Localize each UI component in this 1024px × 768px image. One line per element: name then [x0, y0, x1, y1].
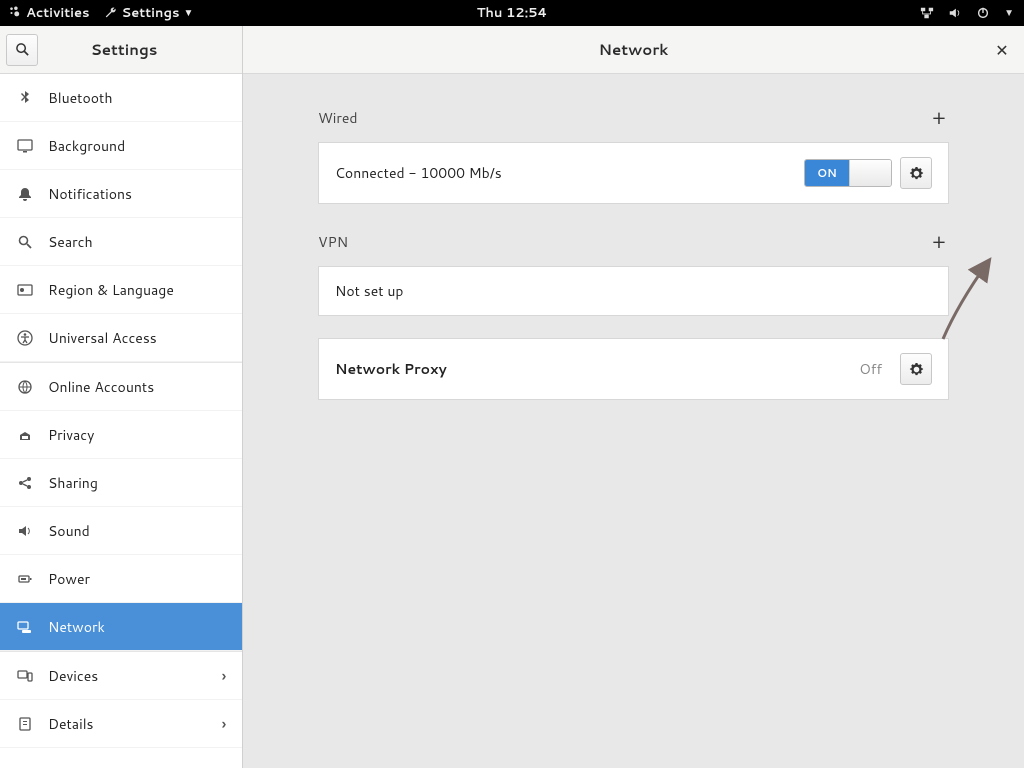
vpn-status-text: Not set up	[335, 281, 932, 301]
sidebar-title: Settings	[44, 39, 242, 60]
network-status-icon[interactable]	[920, 6, 934, 20]
add-wired-button[interactable]: +	[929, 104, 949, 132]
search-icon	[16, 233, 34, 251]
main-header: Network ✕	[243, 26, 1024, 74]
sidebar-item-label: Privacy	[48, 425, 94, 445]
bluetooth-icon	[16, 89, 34, 107]
sidebar-list: Bluetooth Background Notifications Searc…	[0, 74, 242, 768]
main-body: Wired + Connected - 10000 Mb/s ON VPN +	[243, 74, 1024, 768]
sidebar-item-sharing[interactable]: Sharing	[0, 459, 242, 507]
privacy-icon	[16, 426, 34, 444]
sidebar-item-label: Details	[48, 714, 94, 734]
sidebar-item-power[interactable]: Power	[0, 555, 242, 603]
chevron-right-icon: ›	[222, 666, 226, 686]
gnome-logo-icon	[8, 6, 22, 20]
sidebar-item-online-accounts[interactable]: Online Accounts	[0, 363, 242, 411]
sidebar-item-label: Notifications	[48, 184, 132, 204]
add-vpn-button[interactable]: +	[929, 228, 949, 256]
sidebar-item-label: Region & Language	[48, 280, 174, 300]
wrench-icon	[104, 6, 118, 20]
sidebar-item-label: Bluetooth	[48, 88, 112, 108]
sidebar-item-region-language[interactable]: Region & Language	[0, 266, 242, 314]
accessibility-icon	[16, 329, 34, 347]
toggle-on-label: ON	[805, 160, 849, 186]
sidebar-item-label: Search	[48, 232, 93, 252]
app-menu-button[interactable]: Settings ▼	[104, 4, 194, 22]
online-accounts-icon	[16, 378, 34, 396]
vpn-heading: VPN	[318, 232, 348, 252]
sidebar-item-label: Sound	[48, 521, 90, 541]
wired-section-header: Wired +	[318, 104, 949, 132]
chevron-down-icon[interactable]: ▼	[1004, 6, 1014, 20]
toggle-knob	[849, 160, 891, 186]
main-panel: Network ✕ Wired + Connected - 10000 Mb/s…	[243, 26, 1024, 768]
sharing-icon	[16, 474, 34, 492]
gnome-top-bar: Activities Settings ▼ Thu 12:54 ▼	[0, 0, 1024, 26]
power-icon[interactable]	[976, 6, 990, 20]
activities-button[interactable]: Activities	[8, 4, 90, 22]
region-icon	[16, 281, 34, 299]
close-button[interactable]: ✕	[990, 38, 1014, 62]
sidebar-item-network[interactable]: Network	[0, 603, 242, 651]
sidebar-item-privacy[interactable]: Privacy	[0, 411, 242, 459]
sidebar-item-devices[interactable]: Devices ›	[0, 652, 242, 700]
page-title: Network	[243, 39, 1024, 60]
wired-settings-button[interactable]	[900, 157, 932, 189]
vpn-row[interactable]: Not set up	[319, 267, 948, 315]
sound-icon	[16, 522, 34, 540]
bell-icon	[16, 185, 34, 203]
vpn-panel: Not set up	[318, 266, 949, 316]
proxy-row[interactable]: Network Proxy Off	[319, 339, 948, 399]
chevron-down-icon: ▼	[183, 6, 193, 20]
sidebar-item-background[interactable]: Background	[0, 122, 242, 170]
wired-heading: Wired	[318, 108, 358, 128]
proxy-panel: Network Proxy Off	[318, 338, 949, 400]
sidebar-item-label: Devices	[48, 666, 98, 686]
search-icon	[15, 42, 30, 57]
volume-icon[interactable]	[948, 6, 962, 20]
wired-status-text: Connected - 10000 Mb/s	[335, 163, 804, 183]
gear-icon	[909, 362, 924, 377]
sidebar-item-sound[interactable]: Sound	[0, 507, 242, 555]
proxy-label: Network Proxy	[335, 359, 859, 379]
sidebar-item-label: Online Accounts	[48, 377, 154, 397]
details-icon	[16, 715, 34, 733]
sidebar-item-notifications[interactable]: Notifications	[0, 170, 242, 218]
sidebar-item-label: Universal Access	[48, 328, 157, 348]
search-button[interactable]	[6, 34, 38, 66]
background-icon	[16, 137, 34, 155]
proxy-settings-button[interactable]	[900, 353, 932, 385]
sidebar-item-details[interactable]: Details ›	[0, 700, 242, 748]
sidebar-item-label: Network	[48, 617, 105, 637]
network-icon	[16, 618, 34, 636]
wired-panel: Connected - 10000 Mb/s ON	[318, 142, 949, 204]
devices-icon	[16, 667, 34, 685]
gear-icon	[909, 166, 924, 181]
close-icon: ✕	[995, 39, 1008, 62]
sidebar-item-label: Sharing	[48, 473, 98, 493]
sidebar-item-label: Power	[48, 569, 90, 589]
power-icon	[16, 570, 34, 588]
sidebar-item-label: Background	[48, 136, 125, 156]
sidebar-item-universal-access[interactable]: Universal Access	[0, 314, 242, 362]
wired-toggle[interactable]: ON	[804, 159, 892, 187]
settings-window: Settings Bluetooth Background Notificati…	[0, 26, 1024, 768]
sidebar-item-bluetooth[interactable]: Bluetooth	[0, 74, 242, 122]
vpn-section-header: VPN +	[318, 228, 949, 256]
sidebar: Settings Bluetooth Background Notificati…	[0, 26, 243, 768]
proxy-status: Off	[859, 359, 882, 379]
wired-connection-row[interactable]: Connected - 10000 Mb/s ON	[319, 143, 948, 203]
sidebar-header: Settings	[0, 26, 242, 74]
chevron-right-icon: ›	[222, 714, 226, 734]
sidebar-item-search[interactable]: Search	[0, 218, 242, 266]
